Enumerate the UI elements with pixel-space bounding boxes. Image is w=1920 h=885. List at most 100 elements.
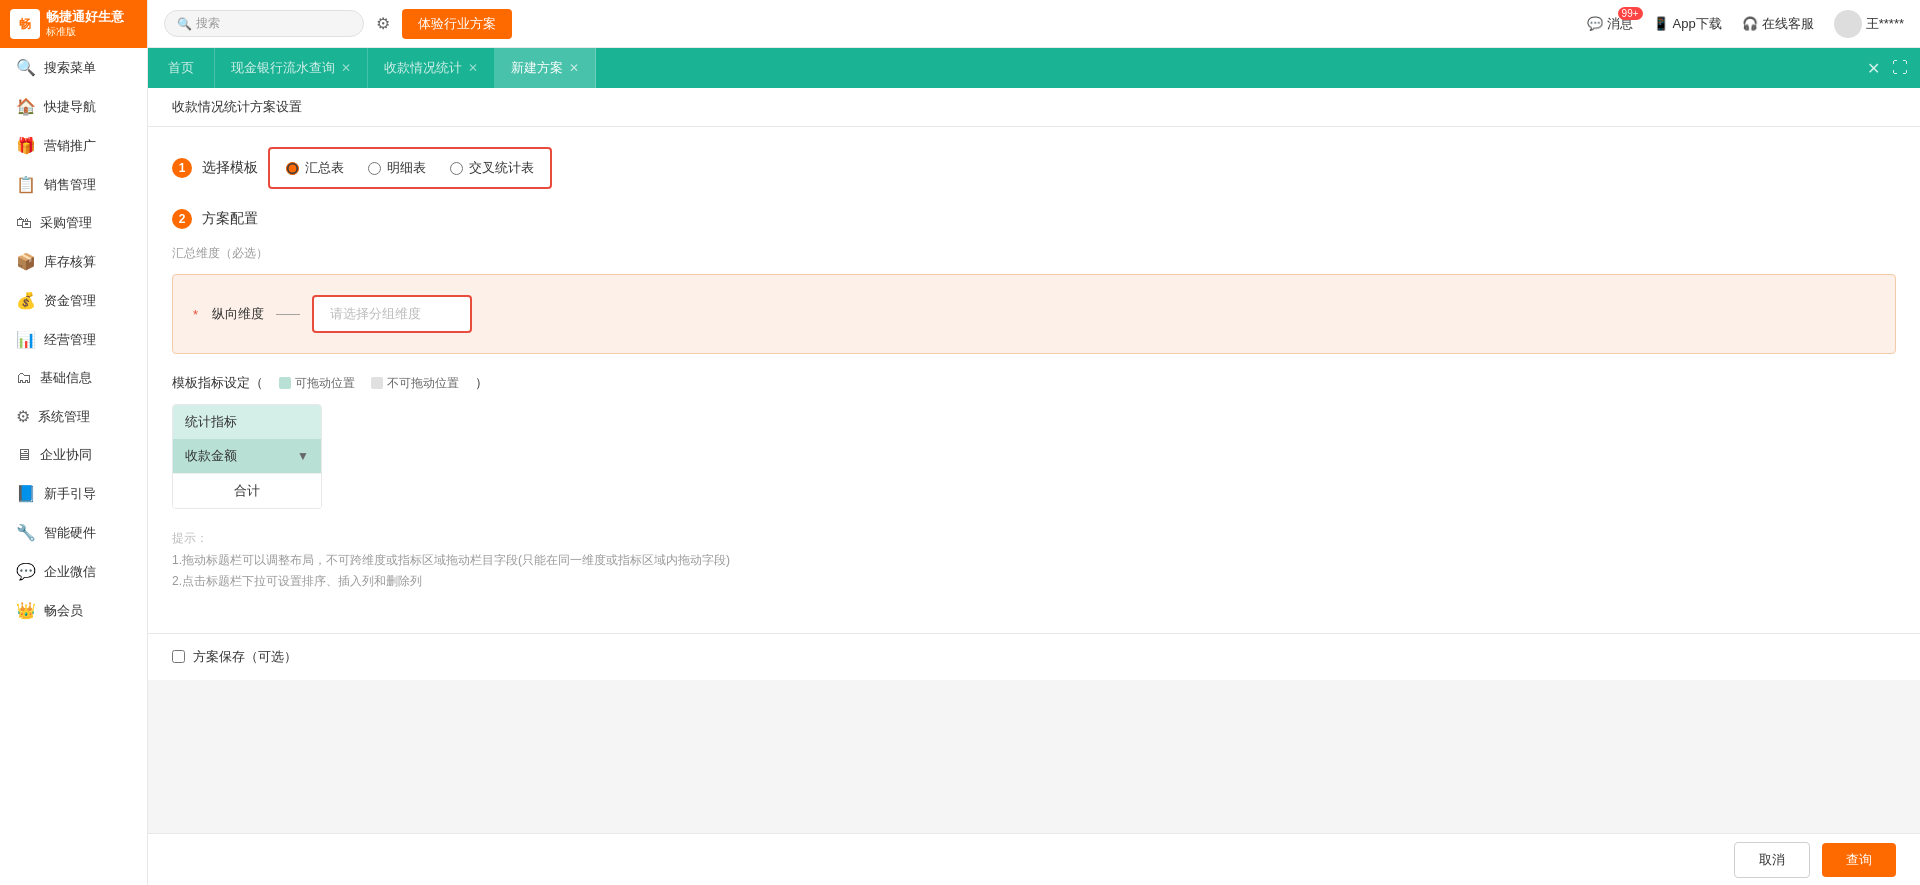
tab-close-collection-stats[interactable]: ✕ <box>468 61 478 75</box>
username: 王***** <box>1866 15 1904 33</box>
sidebar-item-hardware[interactable]: 🔧 智能硬件 <box>0 513 147 552</box>
template-summary[interactable]: 汇总表 <box>286 159 344 177</box>
hardware-icon: 🔧 <box>16 523 36 542</box>
logo-icon: 畅 <box>10 9 40 39</box>
tab-close-new-plan[interactable]: ✕ <box>569 61 579 75</box>
operations-icon: 📊 <box>16 330 36 349</box>
message-badge: 99+ <box>1618 7 1643 20</box>
vertical-dimension-row: * 纵向维度 —— 请选择分组维度 <box>193 295 1875 333</box>
step2-section: 2 方案配置 汇总维度（必选） * 纵向维度 —— 请选择分组维度 <box>172 209 1896 593</box>
sidebar-item-search-menu[interactable]: 🔍 搜索菜单 <box>0 48 147 87</box>
gift-icon: 🎁 <box>16 136 36 155</box>
system-icon: ⚙ <box>16 407 30 426</box>
sidebar-item-finance[interactable]: 💰 资金管理 <box>0 281 147 320</box>
basic-info-icon: 🗂 <box>16 369 32 387</box>
search-bar[interactable]: 🔍 搜索 <box>164 10 364 37</box>
page-title: 收款情况统计方案设置 <box>148 88 1920 127</box>
sidebar-item-guide[interactable]: 📘 新手引导 <box>0 474 147 513</box>
sidebar-item-weixin[interactable]: 💬 企业微信 <box>0 552 147 591</box>
sidebar-item-operations[interactable]: 📊 经营管理 <box>0 320 147 359</box>
online-service-button[interactable]: 🎧 在线客服 <box>1742 15 1814 33</box>
search-icon: 🔍 <box>177 17 192 31</box>
step2-title: 方案配置 <box>202 210 258 228</box>
sidebar: 畅 畅捷通好生意 标准版 🔍 搜索菜单 🏠 快捷导航 🎁 营销推广 📋 销售管理… <box>0 0 148 885</box>
step2-header: 2 方案配置 <box>172 209 1896 229</box>
app-icon: 📱 <box>1653 16 1669 31</box>
trial-button[interactable]: 体验行业方案 <box>402 9 512 39</box>
sidebar-item-quick-nav[interactable]: 🏠 快捷导航 <box>0 87 147 126</box>
group-dimension-select[interactable]: 请选择分组维度 <box>312 295 472 333</box>
main-area: 🔍 搜索 ⚙ 体验行业方案 💬 消息 99+ 📱 App下载 🎧 在线客服 王*… <box>148 0 1920 885</box>
metrics-column-header[interactable]: 收款金额 ▼ <box>173 439 321 473</box>
bottom-action-bar: 取消 查询 <box>148 833 1920 885</box>
tips-line1: 1.拖动标题栏可以调整布局，不可跨维度或指标区域拖动栏目字段(只能在同一维度或指… <box>172 550 1896 572</box>
fixed-color-swatch <box>371 377 383 389</box>
close-window-icon[interactable]: ✕ <box>1867 59 1880 78</box>
home-icon: 🏠 <box>16 97 36 116</box>
sales-icon: 📋 <box>16 175 36 194</box>
tab-close-bank-flow[interactable]: ✕ <box>341 61 351 75</box>
tips-section: 提示： 1.拖动标题栏可以调整布局，不可跨维度或指标区域拖动栏目字段(只能在同一… <box>172 528 1896 593</box>
metrics-config-title: 模板指标设定（ <box>172 374 263 392</box>
weixin-icon: 💬 <box>16 562 36 581</box>
tabbar-actions: ✕ ⛶ <box>1855 48 1920 88</box>
sidebar-item-marketing[interactable]: 🎁 营销推广 <box>0 126 147 165</box>
avatar <box>1834 10 1862 38</box>
search-menu-icon: 🔍 <box>16 58 36 77</box>
tabbar: 首页 现金银行流水查询 ✕ 收款情况统计 ✕ 新建方案 ✕ ✕ ⛶ <box>148 48 1920 88</box>
tips-line2: 2.点击标题栏下拉可设置排序、插入列和删除列 <box>172 571 1896 593</box>
step2-number: 2 <box>172 209 192 229</box>
search-placeholder: 搜索 <box>196 15 220 32</box>
metrics-config-header: 模板指标设定（ 可拖动位置 不可拖动位置 ） <box>172 374 1896 392</box>
tab-new-plan[interactable]: 新建方案 ✕ <box>495 48 596 88</box>
save-plan-checkbox[interactable] <box>172 650 185 663</box>
legend-draggable: 可拖动位置 <box>279 375 355 392</box>
purchase-icon: 🛍 <box>16 214 32 232</box>
tab-collection-stats[interactable]: 收款情况统计 ✕ <box>368 48 495 88</box>
step1-title: 选择模板 <box>202 159 258 177</box>
dimension-grid: * 纵向维度 —— 请选择分组维度 <box>172 274 1896 354</box>
dimension-title: 汇总维度（必选） <box>172 245 1896 262</box>
logo-text: 畅捷通好生意 标准版 <box>46 9 124 39</box>
required-indicator: * <box>193 307 198 322</box>
metrics-total-row: 合计 <box>173 473 321 508</box>
tips-title: 提示： <box>172 531 208 545</box>
metrics-table: 统计指标 收款金额 ▼ 合计 <box>172 404 322 509</box>
guide-icon: 📘 <box>16 484 36 503</box>
sidebar-item-enterprise[interactable]: 🖥 企业协同 <box>0 436 147 474</box>
topbar-right: 💬 消息 99+ 📱 App下载 🎧 在线客服 王***** <box>1587 10 1904 38</box>
step1-number: 1 <box>172 158 192 178</box>
template-detail[interactable]: 明细表 <box>368 159 426 177</box>
template-cross-radio[interactable] <box>450 162 463 175</box>
user-avatar-button[interactable]: 王***** <box>1834 10 1904 38</box>
service-icon: 🎧 <box>1742 16 1758 31</box>
sidebar-item-system[interactable]: ⚙ 系统管理 <box>0 397 147 436</box>
sidebar-item-inventory[interactable]: 📦 库存核算 <box>0 242 147 281</box>
member-icon: 👑 <box>16 601 36 620</box>
sidebar-item-member[interactable]: 👑 畅会员 <box>0 591 147 630</box>
template-detail-radio[interactable] <box>368 162 381 175</box>
save-option-section: 方案保存（可选） <box>148 633 1920 680</box>
form-area: 1 选择模板 汇总表 明细表 交叉统计表 <box>148 127 1920 633</box>
legend-fixed: 不可拖动位置 <box>371 375 459 392</box>
maximize-icon[interactable]: ⛶ <box>1892 59 1908 77</box>
sidebar-item-purchase[interactable]: 🛍 采购管理 <box>0 204 147 242</box>
metrics-table-header: 统计指标 <box>173 405 321 439</box>
column-dropdown-icon[interactable]: ▼ <box>297 449 309 463</box>
save-plan-label: 方案保存（可选） <box>193 648 297 666</box>
step1-section: 1 选择模板 汇总表 明细表 交叉统计表 <box>172 147 1896 189</box>
metrics-config-title-suffix: ） <box>475 374 488 392</box>
message-button[interactable]: 💬 消息 99+ <box>1587 15 1633 33</box>
cancel-button[interactable]: 取消 <box>1734 842 1810 878</box>
sidebar-item-sales[interactable]: 📋 销售管理 <box>0 165 147 204</box>
template-cross[interactable]: 交叉统计表 <box>450 159 534 177</box>
query-button[interactable]: 查询 <box>1822 843 1896 877</box>
sidebar-item-basic-info[interactable]: 🗂 基础信息 <box>0 359 147 397</box>
enterprise-icon: 🖥 <box>16 446 32 464</box>
tab-bank-flow[interactable]: 现金银行流水查询 ✕ <box>215 48 368 88</box>
tab-home[interactable]: 首页 <box>148 48 215 88</box>
step1-header: 1 选择模板 汇总表 明细表 交叉统计表 <box>172 147 1896 189</box>
template-summary-radio[interactable] <box>286 162 299 175</box>
settings-icon[interactable]: ⚙ <box>376 14 390 33</box>
app-download-button[interactable]: 📱 App下载 <box>1653 15 1722 33</box>
